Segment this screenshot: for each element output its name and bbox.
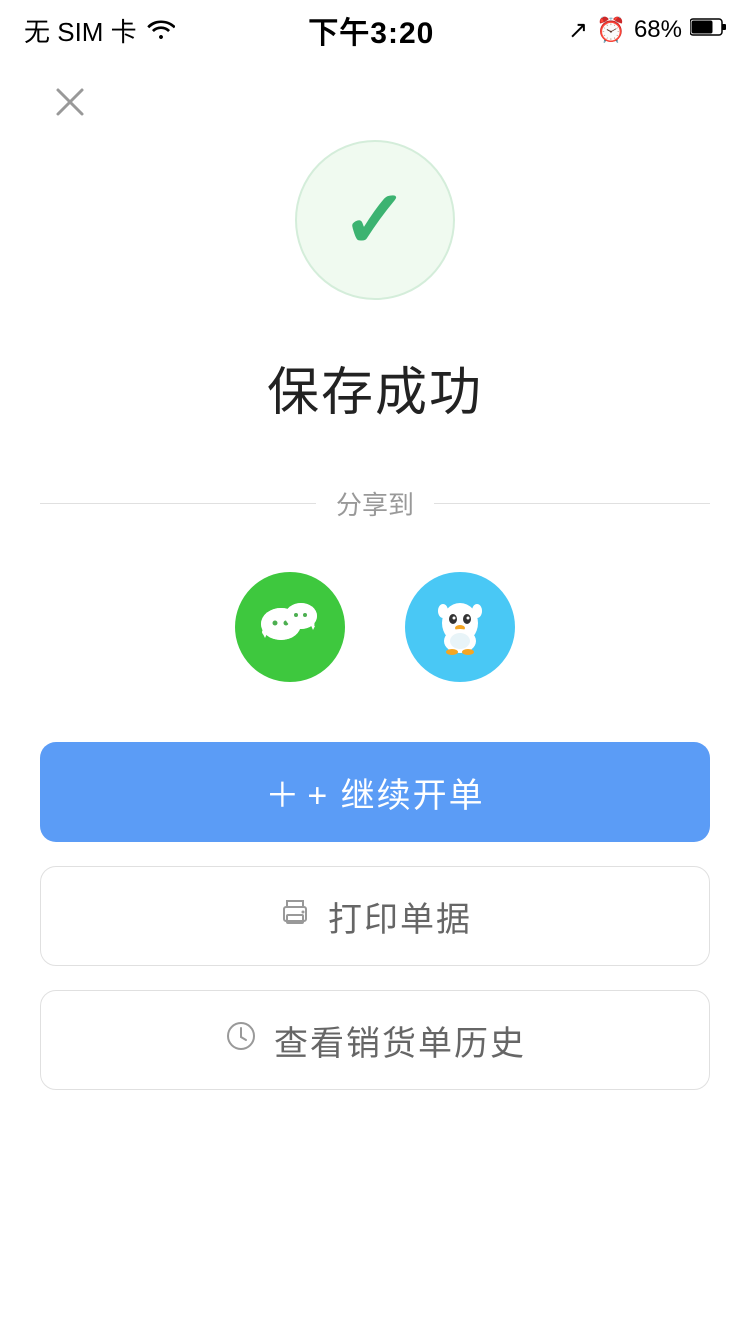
share-label: 分享到 — [336, 485, 414, 522]
share-icons — [40, 572, 710, 682]
plus-icon: ＋ — [265, 768, 301, 817]
battery-percentage: 68% — [634, 16, 682, 44]
share-divider: 分享到 — [40, 485, 710, 522]
location-icon: ↗ — [568, 16, 588, 45]
continue-button[interactable]: ＋ + 继续开单 — [40, 742, 710, 842]
main-content: ✓ 保存成功 分享到 — [0, 60, 750, 1090]
alarm-icon: ⏰ — [596, 16, 626, 45]
status-right: ↗ ⏰ 68% — [568, 16, 726, 45]
success-title: 保存成功 — [267, 350, 483, 425]
divider-left — [40, 503, 316, 504]
success-circle: ✓ — [295, 140, 455, 300]
wechat-share-button[interactable] — [235, 572, 345, 682]
action-buttons: ＋ + 继续开单 打印单据 查看销货单历 — [0, 742, 750, 1090]
divider-right — [434, 503, 710, 504]
wifi-icon — [147, 15, 175, 46]
battery-icon — [690, 16, 726, 44]
history-label: 查看销货单历史 — [274, 1016, 526, 1065]
history-button[interactable]: 查看销货单历史 — [40, 990, 710, 1090]
share-section: 分享到 — [0, 485, 750, 682]
continue-label: + 继续开单 — [307, 768, 484, 817]
status-time: 下午3:20 — [308, 8, 434, 52]
checkmark-icon: ✓ — [341, 180, 408, 260]
printer-icon — [278, 895, 312, 938]
close-button[interactable] — [40, 72, 100, 132]
no-sim-label: 无 SIM 卡 — [24, 12, 137, 49]
print-label: 打印单据 — [328, 892, 472, 941]
clock-icon — [224, 1019, 258, 1062]
status-left: 无 SIM 卡 — [24, 12, 175, 49]
status-bar: 无 SIM 卡 下午3:20 ↗ ⏰ 68% — [0, 0, 750, 60]
print-button[interactable]: 打印单据 — [40, 866, 710, 966]
qq-share-button[interactable] — [405, 572, 515, 682]
